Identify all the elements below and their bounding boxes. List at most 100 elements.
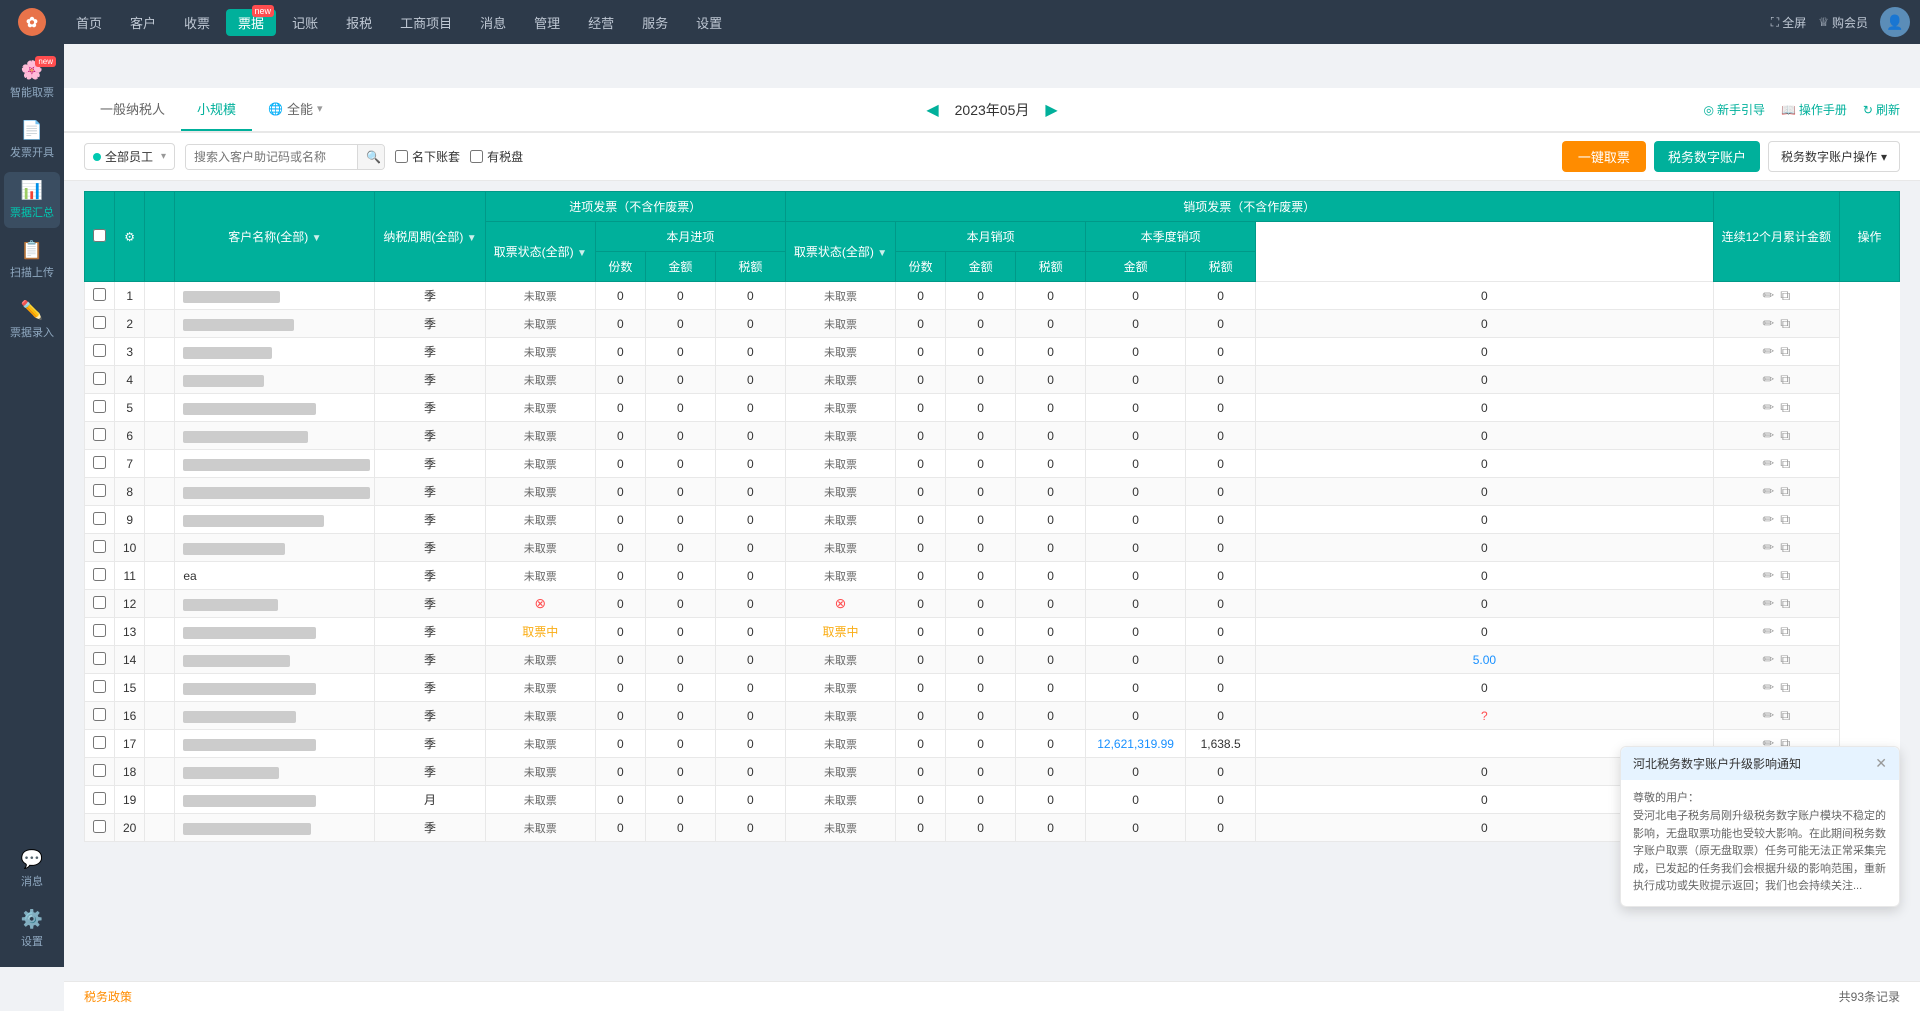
tax-account-ops-button[interactable]: 税务数字账户操作 ▾: [1768, 141, 1900, 172]
row-checkbox[interactable]: [93, 792, 106, 805]
row-checkbox[interactable]: [93, 568, 106, 581]
row-checkbox[interactable]: [93, 624, 106, 637]
edit-icon[interactable]: ✏: [1762, 399, 1774, 416]
copy-icon[interactable]: ⧉: [1780, 427, 1790, 444]
edit-icon[interactable]: ✏: [1762, 343, 1774, 360]
copy-icon[interactable]: ⧉: [1780, 483, 1790, 500]
copy-icon[interactable]: ⧉: [1780, 455, 1790, 472]
nav-operation[interactable]: 经营: [576, 9, 626, 36]
edit-icon[interactable]: ✏: [1762, 315, 1774, 332]
filter-icon[interactable]: ▼: [577, 248, 587, 259]
taxpad-checkbox[interactable]: [470, 150, 483, 163]
row-checkbox-cell[interactable]: [85, 338, 115, 366]
row-checkbox[interactable]: [93, 708, 106, 721]
row-checkbox-cell[interactable]: [85, 814, 115, 842]
edit-icon[interactable]: ✏: [1762, 287, 1774, 304]
nav-home[interactable]: 首页: [64, 9, 114, 36]
copy-icon[interactable]: ⧉: [1780, 595, 1790, 612]
copy-icon[interactable]: ⧉: [1780, 399, 1790, 416]
checkbox-label-taxpad[interactable]: 有税盘: [470, 148, 523, 165]
tab-general-taxpayer[interactable]: 一般纳税人: [84, 88, 181, 131]
row-checkbox-cell[interactable]: [85, 562, 115, 590]
nav-invoice[interactable]: 票据 new: [226, 9, 276, 36]
row-checkbox-cell[interactable]: [85, 534, 115, 562]
row-checkbox[interactable]: [93, 456, 106, 469]
member-button[interactable]: ♕ 购会员: [1818, 14, 1868, 31]
edit-icon[interactable]: ✏: [1762, 595, 1774, 612]
filter-icon[interactable]: ▼: [312, 233, 322, 244]
copy-icon[interactable]: ⧉: [1780, 651, 1790, 668]
nav-business[interactable]: 工商项目: [388, 9, 464, 36]
nav-client[interactable]: 客户: [118, 9, 168, 36]
edit-icon[interactable]: ✏: [1762, 371, 1774, 388]
sidebar-item-invoice-issue[interactable]: 📄 发票开具: [4, 112, 60, 168]
row-checkbox-cell[interactable]: [85, 394, 115, 422]
copy-icon[interactable]: ⧉: [1780, 371, 1790, 388]
copy-icon[interactable]: ⧉: [1780, 679, 1790, 696]
edit-icon[interactable]: ✏: [1762, 539, 1774, 556]
row-checkbox[interactable]: [93, 764, 106, 777]
fullscreen-button[interactable]: ⛶ 全屏: [1771, 14, 1806, 31]
row-checkbox[interactable]: [93, 400, 106, 413]
copy-icon[interactable]: ⧉: [1780, 287, 1790, 304]
notification-close-button[interactable]: ✕: [1875, 755, 1887, 772]
edit-icon[interactable]: ✏: [1762, 623, 1774, 640]
season-amount-link[interactable]: 12,621,319.99: [1097, 737, 1174, 751]
sidebar-item-message[interactable]: 💬 消息: [4, 841, 60, 897]
copy-icon[interactable]: ⧉: [1780, 343, 1790, 360]
sidebar-item-invoice-summary[interactable]: 📊 票据汇总: [4, 172, 60, 228]
row-checkbox-cell[interactable]: [85, 786, 115, 814]
checkbox-label-ledger[interactable]: 名下账套: [395, 148, 460, 165]
edit-icon[interactable]: ✏: [1762, 707, 1774, 724]
tab-small-scale[interactable]: 小规模: [181, 88, 252, 131]
sidebar-item-settings[interactable]: ⚙️ 设置: [4, 901, 60, 957]
row-checkbox[interactable]: [93, 652, 106, 665]
copy-icon[interactable]: ⧉: [1780, 707, 1790, 724]
search-input[interactable]: [186, 145, 357, 169]
edit-icon[interactable]: ✏: [1762, 511, 1774, 528]
manual-button[interactable]: 📖 操作手册: [1781, 101, 1847, 118]
row-checkbox[interactable]: [93, 680, 106, 693]
row-checkbox[interactable]: [93, 428, 106, 441]
select-all-checkbox[interactable]: [93, 229, 106, 242]
row-checkbox-cell[interactable]: [85, 618, 115, 646]
copy-icon[interactable]: ⧉: [1780, 623, 1790, 640]
row-checkbox-cell[interactable]: [85, 758, 115, 786]
row-checkbox[interactable]: [93, 484, 106, 497]
copy-icon[interactable]: ⧉: [1780, 511, 1790, 528]
row-checkbox-cell[interactable]: [85, 366, 115, 394]
copy-icon[interactable]: ⧉: [1780, 567, 1790, 584]
nav-manage[interactable]: 管理: [522, 9, 572, 36]
prev-month-button[interactable]: ◀: [920, 98, 944, 122]
row-checkbox-cell[interactable]: [85, 422, 115, 450]
tax-account-button[interactable]: 税务数字账户: [1654, 141, 1760, 172]
ledger-checkbox[interactable]: [395, 150, 408, 163]
row-checkbox[interactable]: [93, 540, 106, 553]
search-button[interactable]: 🔍: [357, 145, 385, 169]
one-click-ticket-button[interactable]: 一键取票: [1562, 141, 1646, 172]
cumulative-link[interactable]: 5.00: [1473, 653, 1496, 667]
edit-icon[interactable]: ✏: [1762, 651, 1774, 668]
next-month-button[interactable]: ▶: [1039, 98, 1063, 122]
nav-bookkeeping[interactable]: 记账: [280, 9, 330, 36]
edit-icon[interactable]: ✏: [1762, 427, 1774, 444]
nav-tax[interactable]: 报税: [334, 9, 384, 36]
filter-icon[interactable]: ▼: [877, 248, 887, 259]
new-guide-button[interactable]: ◎ 新手引导: [1703, 101, 1765, 118]
row-checkbox-cell[interactable]: [85, 702, 115, 730]
row-checkbox-cell[interactable]: [85, 590, 115, 618]
sidebar-item-smart-ticket[interactable]: 🌸 智能取票 new: [4, 52, 60, 108]
row-checkbox[interactable]: [93, 372, 106, 385]
copy-icon[interactable]: ⧉: [1780, 315, 1790, 332]
edit-icon[interactable]: ✏: [1762, 483, 1774, 500]
nav-settings[interactable]: 设置: [684, 9, 734, 36]
row-checkbox-cell[interactable]: [85, 646, 115, 674]
row-checkbox[interactable]: [93, 596, 106, 609]
row-checkbox-cell[interactable]: [85, 674, 115, 702]
row-checkbox[interactable]: [93, 820, 106, 833]
copy-icon[interactable]: ⧉: [1780, 539, 1790, 556]
row-checkbox[interactable]: [93, 344, 106, 357]
row-checkbox-cell[interactable]: [85, 506, 115, 534]
sidebar-item-scan-upload[interactable]: 📋 扫描上传: [4, 232, 60, 288]
edit-icon[interactable]: ✏: [1762, 455, 1774, 472]
